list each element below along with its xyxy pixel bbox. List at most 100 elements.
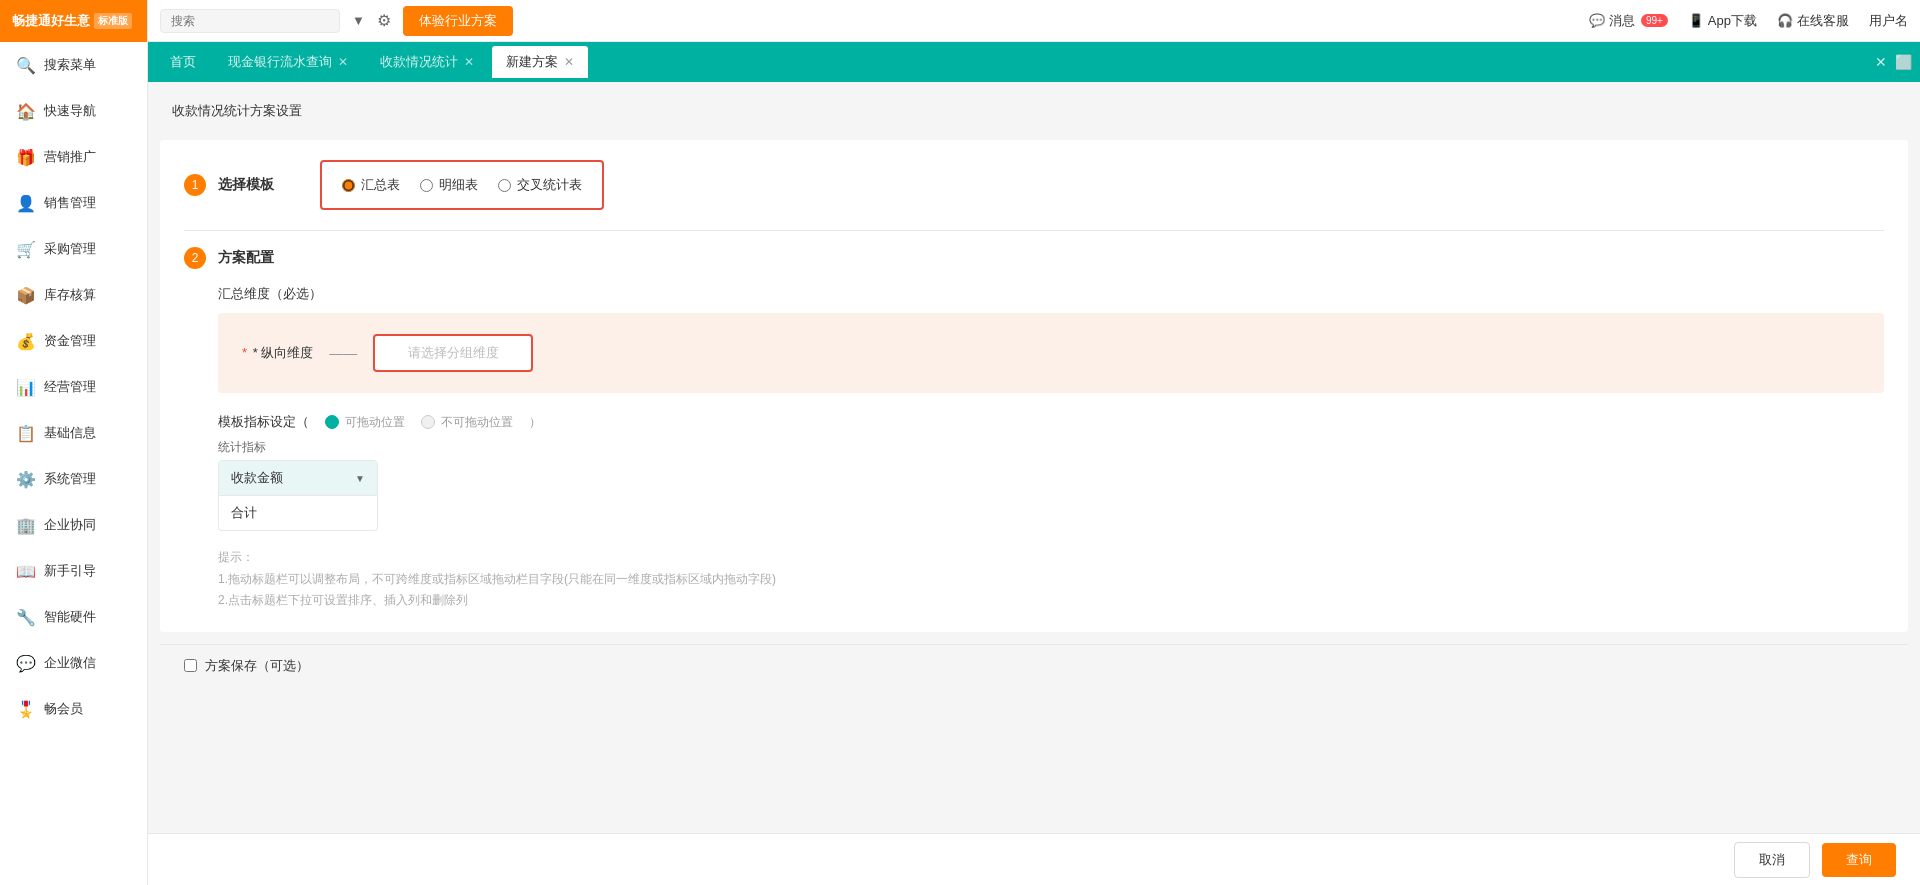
customer-service-label: 在线客服 [1797, 12, 1849, 30]
logo-text: 畅捷通好生意 [12, 12, 90, 30]
breadcrumb: 收款情况统计方案设置 [160, 94, 1908, 128]
app-download-item[interactable]: 📱 App下载 [1688, 12, 1757, 30]
building-icon: 🏢 [16, 516, 36, 535]
radio-cross-input[interactable] [498, 179, 511, 192]
metrics-grid-container: 统计指标 收款金额 ▼ 合计 [218, 439, 1884, 531]
settings-icon[interactable]: ⚙ [377, 11, 391, 30]
tab-bank-flow-label: 现金银行流水查询 [228, 53, 332, 71]
sidebar-item-marketing[interactable]: 🎁 营销推广 [0, 134, 147, 180]
main-content: ▼ ⚙ 体验行业方案 💬 消息 99+ 📱 App下载 🎧 在线客服 用户名 首… [148, 0, 1920, 885]
tab-collection-stat-label: 收款情况统计 [380, 53, 458, 71]
draggable-hint: 可拖动位置 [325, 414, 405, 431]
trial-button[interactable]: 体验行业方案 [403, 6, 513, 36]
tab-bank-flow-close-icon[interactable]: ✕ [338, 55, 348, 69]
notification-item[interactable]: 💬 消息 99+ [1589, 12, 1668, 30]
sidebar-item-label: 库存核算 [44, 286, 96, 304]
sidebar-item-system[interactable]: ⚙️ 系统管理 [0, 456, 147, 502]
money-icon: 💰 [16, 332, 36, 351]
sidebar-item-inventory[interactable]: 📦 库存核算 [0, 272, 147, 318]
radio-detail-input[interactable] [420, 179, 433, 192]
template-radio-group: 汇总表 明细表 交叉统计表 [342, 176, 582, 194]
tab-home[interactable]: 首页 [156, 46, 210, 78]
sidebar-item-operations[interactable]: 📊 经营管理 [0, 364, 147, 410]
dimension-title: 汇总维度（必选） [218, 285, 1884, 303]
tabbar: 首页 现金银行流水查询 ✕ 收款情况统计 ✕ 新建方案 ✕ ✕ ⬜ [148, 42, 1920, 82]
draggable-indicator [325, 415, 339, 429]
undraggable-indicator [421, 415, 435, 429]
sidebar-item-purchase[interactable]: 🛒 采购管理 [0, 226, 147, 272]
tab-new-plan[interactable]: 新建方案 ✕ [492, 46, 588, 78]
tab-collection-stat-close-icon[interactable]: ✕ [464, 55, 474, 69]
dimension-subsection: 汇总维度（必选） * * 纵向维度 —— 请选择分组维度 [218, 285, 1884, 612]
tip-line1: 1.拖动标题栏可以调整布局，不可跨维度或指标区域拖动栏目字段(只能在同一维度或指… [218, 569, 1884, 591]
dropdown-arrow-icon[interactable]: ▼ [352, 13, 365, 28]
arrow-right-icon: —— [329, 345, 357, 361]
metrics-dropdown-arrow-icon[interactable]: ▼ [355, 473, 365, 484]
sidebar-item-label: 企业协同 [44, 516, 96, 534]
sidebar-item-wechat[interactable]: 💬 企业微信 [0, 640, 147, 686]
step1-label: 选择模板 [218, 176, 274, 194]
search-input[interactable] [160, 9, 340, 33]
sidebar-item-sales[interactable]: 👤 销售管理 [0, 180, 147, 226]
metrics-header-text: 收款金额 [231, 469, 283, 487]
cancel-button[interactable]: 取消 [1734, 842, 1810, 878]
notification-badge: 99+ [1641, 14, 1668, 27]
radio-summary-label: 汇总表 [361, 176, 400, 194]
main-card: 1 选择模板 汇总表 明细表 [160, 140, 1908, 632]
tabbar-right-icons: ✕ ⬜ [1875, 54, 1912, 70]
hardware-icon: 🔧 [16, 608, 36, 627]
user-icon: 👤 [16, 194, 36, 213]
radio-cross[interactable]: 交叉统计表 [498, 176, 582, 194]
gift-icon: 🎁 [16, 148, 36, 167]
sidebar-item-label: 采购管理 [44, 240, 96, 258]
dimension-area: * * 纵向维度 —— 请选择分组维度 [218, 313, 1884, 393]
book-icon: 📖 [16, 562, 36, 581]
undraggable-hint: 不可拖动位置 [421, 414, 513, 431]
page-content: 收款情况统计方案设置 1 选择模板 汇总表 [148, 82, 1920, 833]
dimension-selector[interactable]: 请选择分组维度 [373, 334, 533, 372]
sidebar-item-basic-info[interactable]: 📋 基础信息 [0, 410, 147, 456]
message-icon: 💬 [1589, 13, 1605, 28]
tab-new-plan-close-icon[interactable]: ✕ [564, 55, 574, 69]
tab-collection-stat[interactable]: 收款情况统计 ✕ [366, 46, 488, 78]
close-window-icon[interactable]: ✕ [1875, 54, 1887, 70]
stat-label: 统计指标 [218, 439, 1884, 456]
tab-bank-flow[interactable]: 现金银行流水查询 ✕ [214, 46, 362, 78]
sidebar-item-label: 经营管理 [44, 378, 96, 396]
metrics-grid-header[interactable]: 收款金额 ▼ [219, 461, 377, 496]
clipboard-icon: 📋 [16, 424, 36, 443]
sidebar-item-label: 智能硬件 [44, 608, 96, 626]
tab-home-label: 首页 [170, 53, 196, 71]
step2-header: 2 方案配置 [184, 247, 1884, 269]
sidebar-item-guide[interactable]: 📖 新手引导 [0, 548, 147, 594]
template-selector: 汇总表 明细表 交叉统计表 [320, 160, 604, 210]
sidebar-item-enterprise[interactable]: 🏢 企业协同 [0, 502, 147, 548]
sidebar-item-label: 畅会员 [44, 700, 83, 718]
breadcrumb-text: 收款情况统计方案设置 [172, 103, 302, 118]
tip-line2: 2.点击标题栏下拉可设置排序、插入列和删除列 [218, 590, 1884, 612]
sidebar-item-label: 新手引导 [44, 562, 96, 580]
radio-summary-input[interactable] [342, 179, 355, 192]
closing-paren: ） [529, 414, 541, 431]
chart-icon: 📊 [16, 378, 36, 397]
metrics-label-row: 模板指标设定（ 可拖动位置 不可拖动位置 ） [218, 413, 1884, 431]
sidebar-item-hardware[interactable]: 🔧 智能硬件 [0, 594, 147, 640]
metrics-title: 模板指标设定（ [218, 413, 309, 431]
sidebar-item-member[interactable]: 🎖️ 畅会员 [0, 686, 147, 732]
sidebar-item-search[interactable]: 🔍 搜索菜单 [0, 42, 147, 88]
notification-label: 消息 [1609, 12, 1635, 30]
sidebar-item-quick-nav[interactable]: 🏠 快速导航 [0, 88, 147, 134]
save-checkbox[interactable] [184, 659, 197, 672]
customer-service-item[interactable]: 🎧 在线客服 [1777, 12, 1849, 30]
query-button[interactable]: 查询 [1822, 843, 1896, 877]
radio-detail[interactable]: 明细表 [420, 176, 478, 194]
sidebar-item-label: 基础信息 [44, 424, 96, 442]
home-icon: 🏠 [16, 102, 36, 121]
maximize-window-icon[interactable]: ⬜ [1895, 54, 1912, 70]
radio-summary[interactable]: 汇总表 [342, 176, 400, 194]
version-badge: 标准版 [94, 13, 132, 29]
sidebar-item-label: 销售管理 [44, 194, 96, 212]
step2-label: 方案配置 [218, 249, 274, 267]
sidebar-item-finance[interactable]: 💰 资金管理 [0, 318, 147, 364]
chat-icon: 💬 [16, 654, 36, 673]
